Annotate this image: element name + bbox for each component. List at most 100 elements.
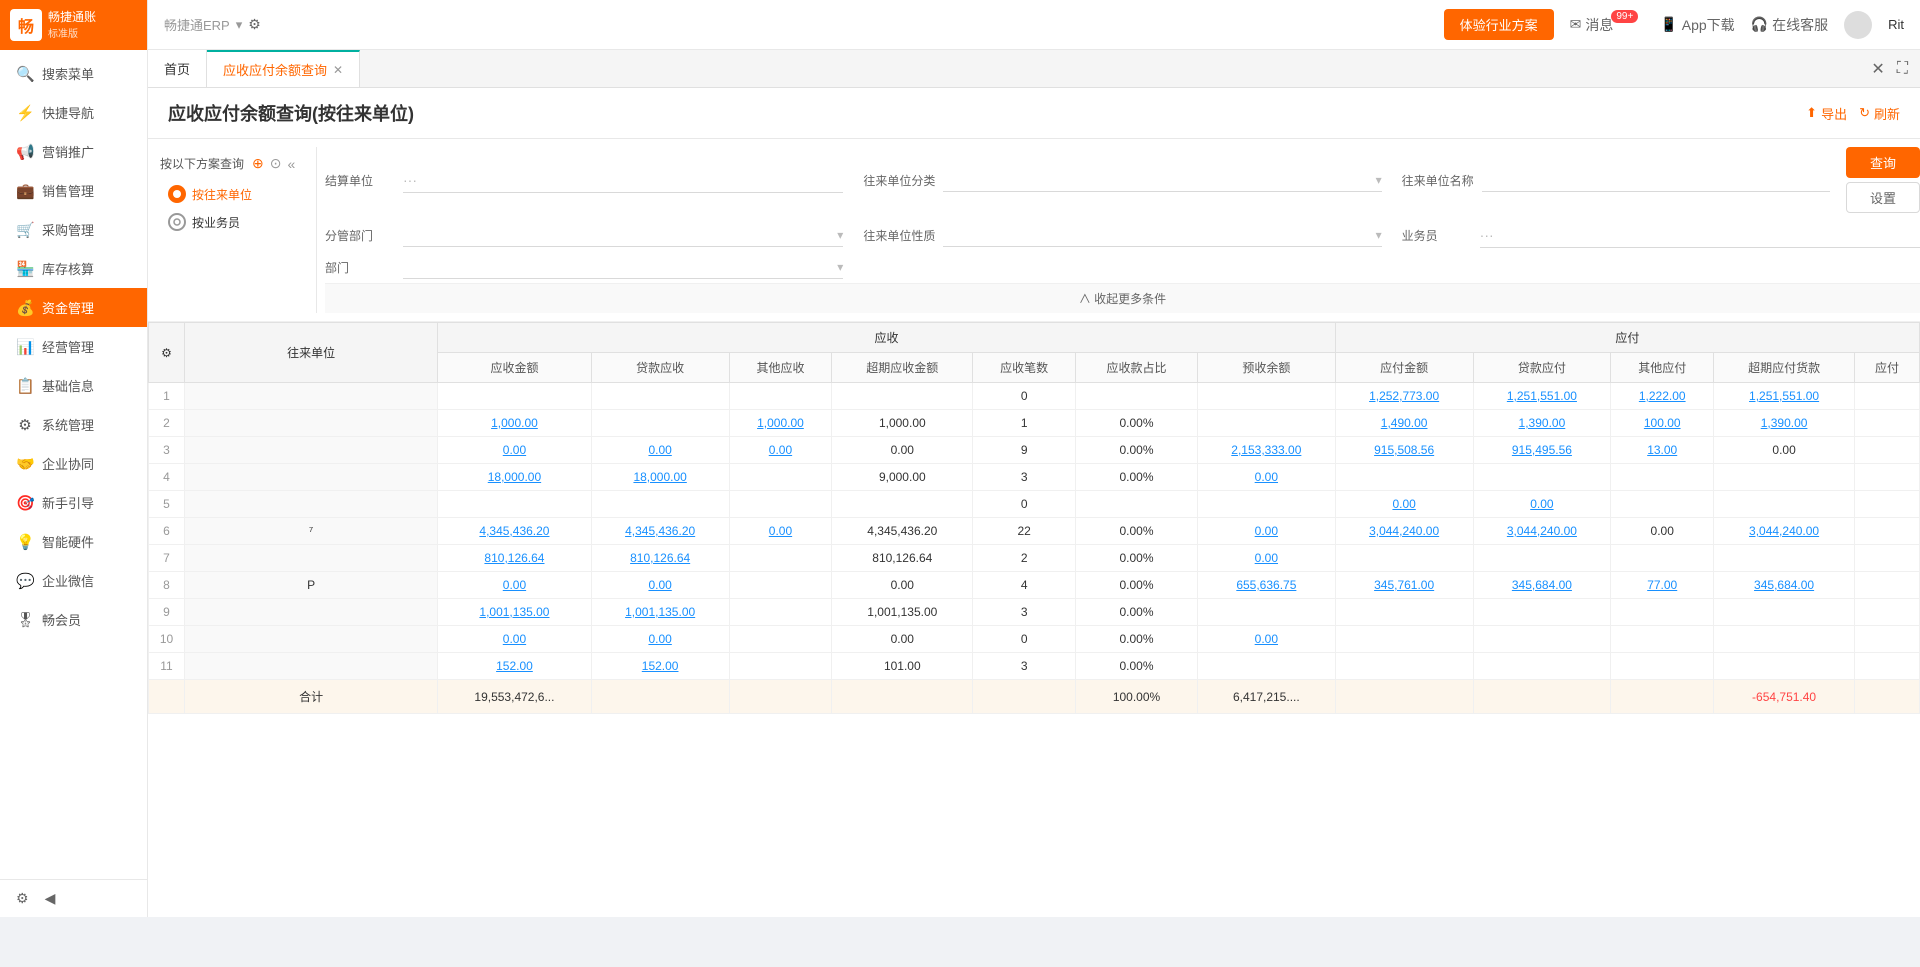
online-service-btn[interactable]: 🎧 在线客服 [1751, 15, 1828, 35]
sidebar-item-operations[interactable]: 📊 经营管理 [0, 327, 147, 366]
collapse-more-btn[interactable]: ∧ 收起更多条件 [325, 283, 1920, 313]
sidebar-item-purchase[interactable]: 🛒 采购管理 [0, 210, 147, 249]
table-container[interactable]: ⚙ 往来单位 应收 应付 应收金额 贷款应收 其他应收 超期应收金额 应收笔数 … [148, 322, 1920, 917]
rec-other-cell[interactable]: 1,000.00 [729, 410, 832, 437]
rec-advance-cell[interactable]: 2,153,333.00 [1197, 437, 1335, 464]
tab-close-btn[interactable]: ✕ [333, 63, 343, 77]
rec-amount-cell[interactable]: 18,000.00 [438, 464, 592, 491]
rec-loan-cell[interactable]: 18,000.00 [591, 464, 729, 491]
pay-other-cell[interactable]: 1,222.00 [1611, 383, 1714, 410]
col-settings[interactable]: ⚙ [149, 323, 185, 383]
refresh-btn[interactable]: ↻ 刷新 [1859, 104, 1900, 123]
pay-loan-cell[interactable]: 0.00 [1473, 491, 1611, 518]
rec-amount-cell[interactable]: 4,345,436.20 [438, 518, 592, 545]
pay-other-cell[interactable]: 100.00 [1611, 410, 1714, 437]
sidebar-item-search[interactable]: 🔍 搜索菜单 [0, 54, 147, 93]
pay-other-cell [1611, 653, 1714, 680]
pay-loan-cell[interactable]: 3,044,240.00 [1473, 518, 1611, 545]
rec-loan-cell[interactable]: 152.00 [591, 653, 729, 680]
pay-suffix-cell [1855, 626, 1920, 653]
pay-loan-cell[interactable]: 1,251,551.00 [1473, 383, 1611, 410]
rec-advance-cell[interactable]: 0.00 [1197, 545, 1335, 572]
pay-amount-cell[interactable]: 3,044,240.00 [1335, 518, 1473, 545]
rec-loan-cell[interactable]: 0.00 [591, 626, 729, 653]
pay-amount-cell[interactable]: 345,761.00 [1335, 572, 1473, 599]
partner-cell: ⁷ [185, 518, 438, 545]
rec-amount-cell[interactable]: 0.00 [438, 437, 592, 464]
rec-loan-cell[interactable]: 0.00 [591, 437, 729, 464]
setting-btn[interactable]: 设置 [1846, 182, 1920, 213]
sidebar-item-system[interactable]: ⚙ 系统管理 [0, 405, 147, 444]
pay-amount-cell[interactable]: 1,252,773.00 [1335, 383, 1473, 410]
rec-loan-cell[interactable]: 810,126.64 [591, 545, 729, 572]
sidebar-item-member[interactable]: 🎖 畅会员 [0, 600, 147, 639]
filter-add-btn[interactable]: ⊕ [252, 155, 264, 172]
topbar-gear-btn[interactable]: ⚙ [248, 16, 261, 33]
dept-manage-select[interactable]: ▾ [403, 224, 843, 247]
settings-btn[interactable]: ⚙ [16, 890, 29, 907]
rec-loan-cell [591, 383, 729, 410]
rec-advance-cell[interactable]: 0.00 [1197, 626, 1335, 653]
rec-other-cell[interactable]: 0.00 [729, 518, 832, 545]
dept2-select[interactable]: ▾ [403, 256, 843, 279]
rec-advance-cell[interactable]: 0.00 [1197, 464, 1335, 491]
partner-cell [185, 653, 438, 680]
rec-amount-cell[interactable]: 1,001,135.00 [438, 599, 592, 626]
tab-close-window-btn[interactable]: ✕ [1871, 59, 1884, 79]
rec-loan-cell[interactable]: 1,001,135.00 [591, 599, 729, 626]
sidebar-item-wechat[interactable]: 💬 企业微信 [0, 561, 147, 600]
tab-receivable[interactable]: 应收应付余额查询 ✕ [207, 50, 360, 87]
pay-loan-cell[interactable]: 915,495.56 [1473, 437, 1611, 464]
rec-loan-cell[interactable]: 4,345,436.20 [591, 518, 729, 545]
sidebar-item-inventory[interactable]: 🏪 库存核算 [0, 249, 147, 288]
pay-overdue-cell[interactable]: 3,044,240.00 [1714, 518, 1855, 545]
filter-option-salesman[interactable]: 按业务员 [160, 208, 296, 236]
salesman-input[interactable]: ··· [1480, 223, 1920, 248]
industry-btn[interactable]: 体验行业方案 [1444, 9, 1554, 40]
rec-advance-cell [1197, 653, 1335, 680]
app-download-btn[interactable]: 📱 App下载 [1660, 15, 1734, 35]
export-btn[interactable]: ⬆ 导出 [1806, 104, 1847, 123]
unitname-input[interactable] [1482, 169, 1830, 192]
filter-collapse-btn[interactable]: « [287, 156, 295, 172]
rec-advance-cell[interactable]: 0.00 [1197, 518, 1335, 545]
sidebar-item-basicinfo[interactable]: 📋 基础信息 [0, 366, 147, 405]
sidebar-item-marketing[interactable]: 📢 营销推广 [0, 132, 147, 171]
pay-amount-cell[interactable]: 1,490.00 [1335, 410, 1473, 437]
rec-loan-cell[interactable]: 0.00 [591, 572, 729, 599]
tab-home[interactable]: 首页 [148, 50, 207, 87]
sidebar-item-quicknav[interactable]: ⚡ 快捷导航 [0, 93, 147, 132]
rec-amount-cell[interactable]: 0.00 [438, 572, 592, 599]
pay-amount-cell[interactable]: 915,508.56 [1335, 437, 1473, 464]
settlement-input[interactable]: ··· [403, 168, 843, 193]
pay-loan-cell[interactable]: 1,390.00 [1473, 410, 1611, 437]
pay-loan-cell[interactable]: 345,684.00 [1473, 572, 1611, 599]
rec-count-cell: 4 [973, 572, 1076, 599]
sidebar-item-sales[interactable]: 💼 销售管理 [0, 171, 147, 210]
rec-amount-cell[interactable]: 810,126.64 [438, 545, 592, 572]
rec-advance-cell[interactable]: 655,636.75 [1197, 572, 1335, 599]
filter-option-unit[interactable]: 按往来单位 [160, 180, 296, 208]
collapse-btn[interactable]: ◀ [45, 890, 56, 907]
messages-btn[interactable]: ✉ 消息 99+ [1570, 15, 1645, 35]
pay-overdue-cell[interactable]: 345,684.00 [1714, 572, 1855, 599]
sidebar-item-hardware[interactable]: 💡 智能硬件 [0, 522, 147, 561]
rec-amount-cell[interactable]: 0.00 [438, 626, 592, 653]
rec-other-cell[interactable]: 0.00 [729, 437, 832, 464]
pay-other-cell[interactable]: 77.00 [1611, 572, 1714, 599]
pay-amount-cell[interactable]: 0.00 [1335, 491, 1473, 518]
pay-overdue-cell[interactable]: 1,390.00 [1714, 410, 1855, 437]
pay-overdue-cell[interactable]: 1,251,551.00 [1714, 383, 1855, 410]
rec-advance-cell [1197, 491, 1335, 518]
query-btn[interactable]: 查询 [1846, 147, 1920, 178]
rec-amount-cell[interactable]: 1,000.00 [438, 410, 592, 437]
sidebar-item-guide[interactable]: 🎯 新手引导 [0, 483, 147, 522]
sidebar-item-collab[interactable]: 🤝 企业协同 [0, 444, 147, 483]
pay-other-cell[interactable]: 13.00 [1611, 437, 1714, 464]
sidebar-item-finance[interactable]: 💰 资金管理 [0, 288, 147, 327]
nature-select[interactable]: ▾ [943, 224, 1381, 247]
filter-target-btn[interactable]: ⊙ [270, 155, 282, 172]
tab-fullscreen-btn[interactable]: ⛶ [1897, 59, 1908, 79]
category-select[interactable]: ▾ [943, 169, 1381, 192]
rec-amount-cell[interactable]: 152.00 [438, 653, 592, 680]
